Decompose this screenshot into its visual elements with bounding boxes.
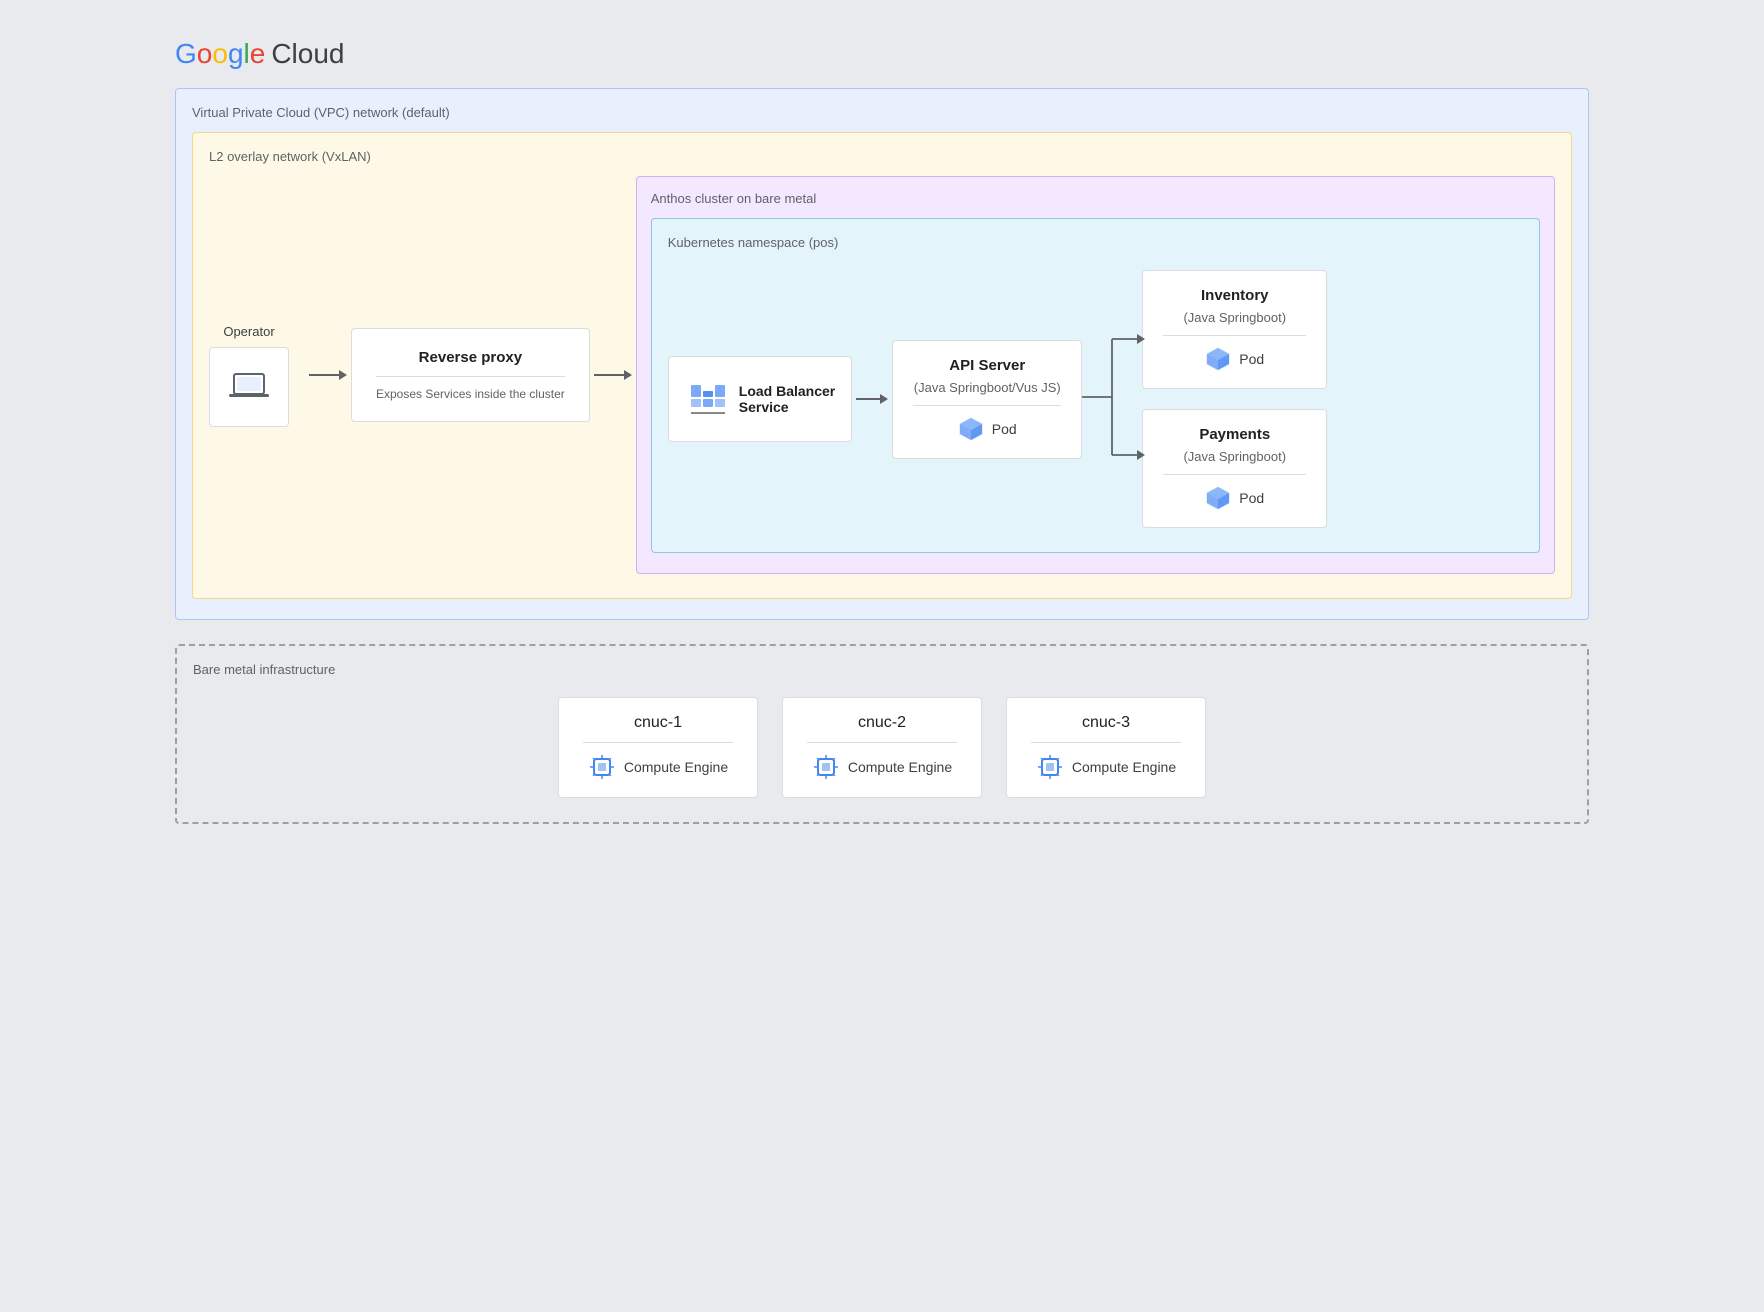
api-server-pod-area: Pod <box>913 416 1061 442</box>
api-server-pod-label: Pod <box>992 421 1017 437</box>
node-box-2: cnuc-2 <box>782 697 982 798</box>
k8s-label: Kubernetes namespace (pos) <box>668 235 1523 250</box>
vpc-label: Virtual Private Cloud (VPC) network (def… <box>192 105 1572 120</box>
reverse-proxy-title: Reverse proxy <box>376 349 565 366</box>
vpc-box: Virtual Private Cloud (VPC) network (def… <box>175 88 1589 620</box>
logo-o1: o <box>197 38 213 69</box>
inventory-box: Inventory (Java Springboot) <box>1142 270 1327 389</box>
operator-section: Operator <box>209 324 289 427</box>
node-box-3: cnuc-3 <box>1006 697 1206 798</box>
reverse-proxy-box: Reverse proxy Exposes Services inside th… <box>351 328 590 422</box>
node-3-engine-area: Compute Engine <box>1031 753 1181 781</box>
reverse-proxy-desc: Exposes Services inside the cluster <box>376 387 565 401</box>
operator-box <box>209 347 289 427</box>
api-server-box: API Server (Java Springboot/Vus JS) <box>892 340 1082 459</box>
laptop-icon <box>229 370 269 404</box>
compute-engine-icon-2 <box>812 753 840 781</box>
proxy-to-lb-arrow <box>594 370 632 380</box>
compute-engine-icon-1 <box>588 753 616 781</box>
node-1-engine-label: Compute Engine <box>624 759 728 775</box>
branch-arrows-svg <box>1082 307 1142 487</box>
logo-o2: o <box>212 38 228 69</box>
anthos-box: Anthos cluster on bare metal Kubernetes … <box>636 176 1555 574</box>
logo-g2: g <box>228 38 244 69</box>
logo-area: Google Cloud <box>0 20 1764 88</box>
api-server-title: API Server <box>913 357 1061 374</box>
l2-box: L2 overlay network (VxLAN) Operator <box>192 132 1572 599</box>
node-1-engine-area: Compute Engine <box>583 753 733 781</box>
node-2-title: cnuc-2 <box>807 714 957 732</box>
node-3-title: cnuc-3 <box>1031 714 1181 732</box>
inventory-title: Inventory <box>1163 287 1306 304</box>
node-2-engine-area: Compute Engine <box>807 753 957 781</box>
lb-line2: Service <box>739 399 835 415</box>
compute-engine-icon-3 <box>1036 753 1064 781</box>
google-cloud-logo: Google Cloud <box>175 38 345 70</box>
payments-title: Payments <box>1163 426 1306 443</box>
bare-metal-section: Bare metal infrastructure cnuc-1 <box>175 644 1589 824</box>
inventory-pod-area: Pod <box>1163 346 1306 372</box>
payments-pod-area: Pod <box>1163 485 1306 511</box>
operator-to-proxy-arrow <box>309 370 347 380</box>
bare-metal-box: Bare metal infrastructure cnuc-1 <box>175 644 1589 824</box>
load-balancer-box: Load Balancer Service <box>668 356 852 442</box>
inventory-subtitle: (Java Springboot) <box>1163 310 1306 325</box>
lb-line1: Load Balancer <box>739 383 835 399</box>
branch-arrows-container <box>1082 307 1142 492</box>
l2-label: L2 overlay network (VxLAN) <box>209 149 1555 164</box>
payments-pod-cube-icon <box>1205 485 1231 511</box>
k8s-box: Kubernetes namespace (pos) <box>651 218 1540 553</box>
api-server-subtitle: (Java Springboot/Vus JS) <box>913 380 1061 395</box>
api-pod-cube-icon <box>958 416 984 442</box>
lb-to-api-arrow <box>856 394 888 404</box>
payments-box: Payments (Java Springboot) <box>1142 409 1327 528</box>
node-3-engine-label: Compute Engine <box>1072 759 1176 775</box>
node-1-title: cnuc-1 <box>583 714 733 732</box>
payments-subtitle: (Java Springboot) <box>1163 449 1306 464</box>
load-balancer-icon <box>685 377 729 421</box>
logo-g: G <box>175 38 197 69</box>
nodes-row: cnuc-1 <box>193 697 1571 798</box>
logo-e: e <box>250 38 266 69</box>
pods-column: Inventory (Java Springboot) <box>1142 270 1327 528</box>
payments-pod-label: Pod <box>1239 490 1264 506</box>
main-diagram: Virtual Private Cloud (VPC) network (def… <box>175 88 1589 620</box>
bare-metal-label: Bare metal infrastructure <box>193 662 1571 677</box>
inventory-pod-cube-icon <box>1205 346 1231 372</box>
node-box-1: cnuc-1 <box>558 697 758 798</box>
anthos-label: Anthos cluster on bare metal <box>651 191 1540 206</box>
logo-cloud: Cloud <box>271 38 344 70</box>
inventory-pod-label: Pod <box>1239 351 1264 367</box>
operator-label: Operator <box>223 324 274 339</box>
node-2-engine-label: Compute Engine <box>848 759 952 775</box>
